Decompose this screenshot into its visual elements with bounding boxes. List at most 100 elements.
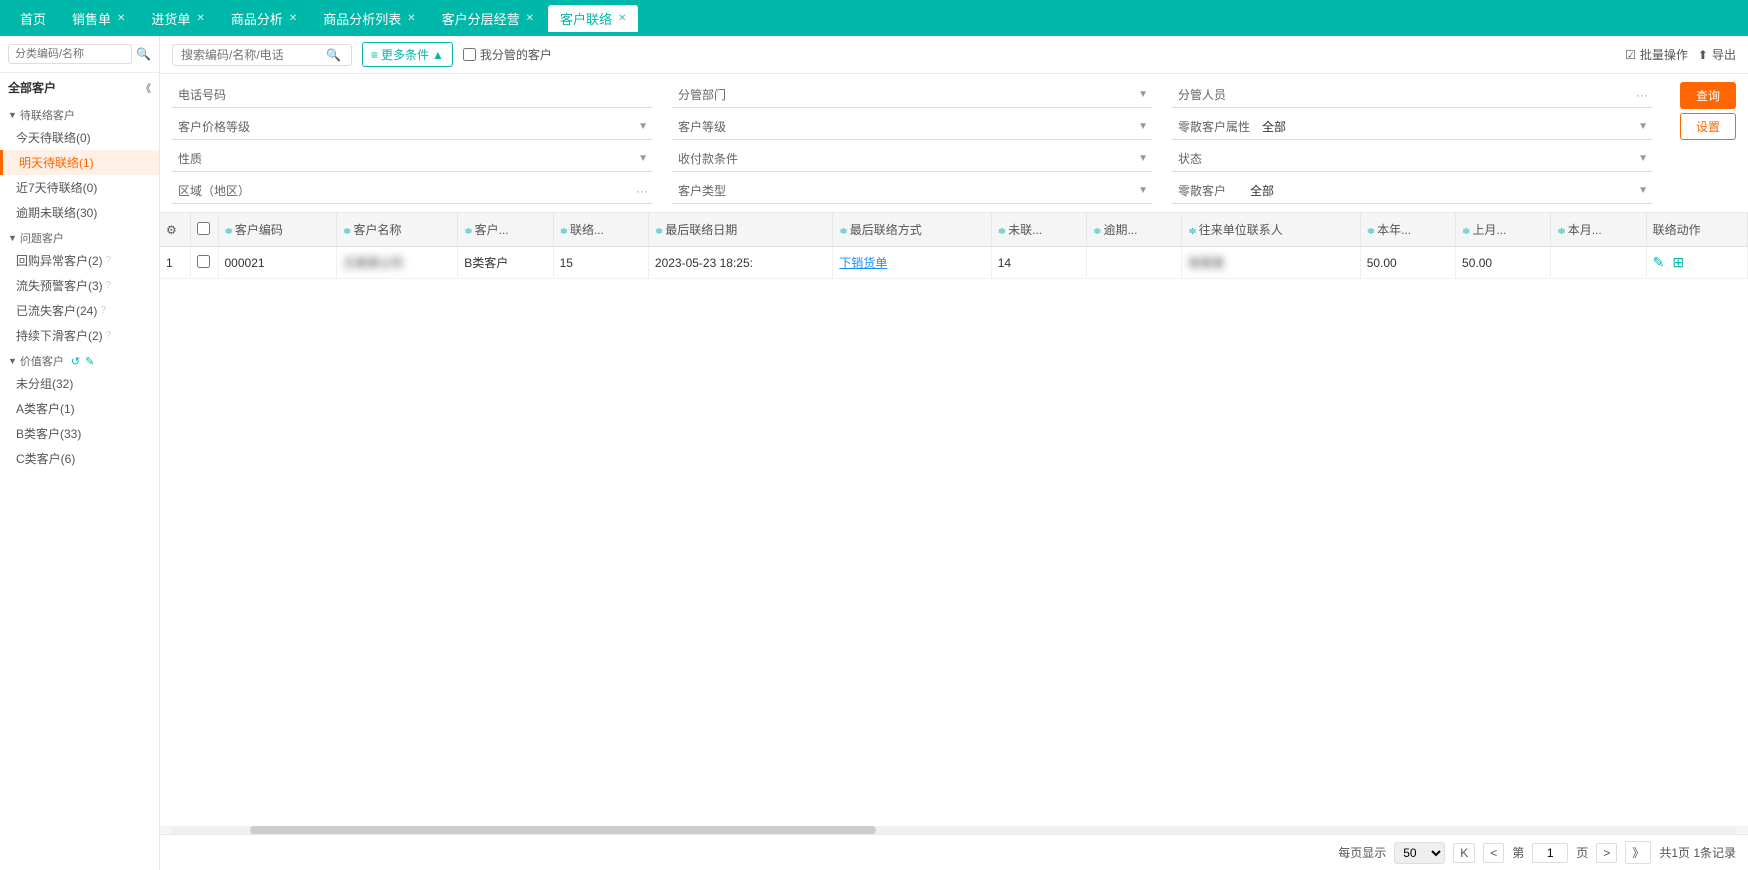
sidebar-item-today-pending[interactable]: 今天待联络(0) <box>0 125 159 150</box>
cell-last-contact-method: 下销货单 <box>833 247 991 279</box>
cell-contact-person: 张某某 <box>1182 247 1360 279</box>
dept-dropdown-icon[interactable]: ▼ <box>1138 89 1148 100</box>
page-size-select[interactable]: 50 100 200 <box>1394 842 1445 864</box>
batch-op-button[interactable]: ☑ 批量操作 <box>1625 46 1688 63</box>
my-customers-checkbox-label[interactable]: 我分管的客户 <box>463 46 552 63</box>
customer-type-dropdown-icon[interactable]: ▼ <box>1138 185 1148 196</box>
nav-sales[interactable]: 销售单 ✕ <box>60 5 137 32</box>
nav-home[interactable]: 首页 <box>8 5 58 32</box>
col-last-contact-method[interactable]: ≑最后联络方式 <box>833 213 991 247</box>
retail-customer-field: 零散客户 全部 ▼ <box>1172 178 1652 204</box>
sidebar-item-tomorrow-pending[interactable]: 明天待联络(1) <box>0 150 159 175</box>
close-customer-layer-icon[interactable]: ✕ <box>526 13 534 24</box>
customer-level-dropdown-icon[interactable]: ▼ <box>1138 121 1148 132</box>
col-customer-code[interactable]: ≑客户编码 <box>218 213 337 247</box>
cell-last-month: 50.00 <box>1456 247 1551 279</box>
next-page-button[interactable]: > <box>1596 843 1617 863</box>
sidebar-search-input[interactable] <box>8 44 132 64</box>
refresh-icon[interactable]: ↺ <box>71 355 80 368</box>
help-icon-3[interactable]: ? <box>106 330 112 341</box>
search-input[interactable] <box>181 48 321 62</box>
search-icon[interactable]: 🔍 <box>326 48 341 62</box>
col-current-month[interactable]: ≑本月... <box>1551 213 1646 247</box>
col-last-month[interactable]: ≑上月... <box>1456 213 1551 247</box>
more-conditions-button[interactable]: ≡ 更多条件 ▲ <box>362 42 453 67</box>
close-customer-contact-icon[interactable]: ✕ <box>618 13 626 24</box>
customer-level-field: 客户等级 ▼ <box>672 114 1152 140</box>
manager-field: 分管人员 ··· <box>1172 82 1652 108</box>
help-icon-0[interactable]: ? <box>106 255 112 266</box>
status-dropdown-icon[interactable]: ▼ <box>1638 153 1648 164</box>
all-customers-header[interactable]: 全部客户 《 <box>0 73 159 102</box>
col-settings[interactable]: ⚙ <box>160 213 190 247</box>
edit-icon[interactable]: ✎ <box>85 355 94 368</box>
first-page-button[interactable]: K <box>1453 843 1475 863</box>
col-contact-person[interactable]: ≑往来单位联系人 <box>1182 213 1360 247</box>
page-label: 第 <box>1512 844 1524 861</box>
retail-attr-dropdown-icon[interactable]: ▼ <box>1638 121 1648 132</box>
col-contact-count[interactable]: ≑联络... <box>553 213 648 247</box>
last-contact-link[interactable]: 下销货单 <box>839 256 887 270</box>
nav-analysis-list[interactable]: 商品分析列表 ✕ <box>311 5 427 32</box>
sidebar-item-repurchase-anomaly[interactable]: 回购异常客户(2) ? <box>0 248 159 273</box>
col-overdue[interactable]: ≑逾期... <box>1087 213 1182 247</box>
price-level-dropdown-icon[interactable]: ▼ <box>638 121 648 132</box>
cell-overdue <box>1087 247 1182 279</box>
col-customer-name[interactable]: ≑客户名称 <box>337 213 458 247</box>
prev-page-button[interactable]: < <box>1483 843 1504 863</box>
close-analysis-list-icon[interactable]: ✕ <box>407 13 415 24</box>
close-purchase-icon[interactable]: ✕ <box>196 13 204 24</box>
col-uncontacted[interactable]: ≑未联... <box>991 213 1086 247</box>
filter-right-actions: ☑ 批量操作 ⬆ 导出 <box>1625 46 1736 63</box>
nav-analysis[interactable]: 商品分析 ✕ <box>219 5 309 32</box>
nature-dropdown-icon[interactable]: ▼ <box>638 153 648 164</box>
sidebar-item-class-c[interactable]: C类客户(6) <box>0 446 159 471</box>
col-customer-type[interactable]: ≑客户... <box>458 213 553 247</box>
sidebar-search-icon[interactable]: 🔍 <box>136 47 151 61</box>
sidebar-item-declining[interactable]: 持续下滑客户(2) ? <box>0 323 159 348</box>
manager-ellipsis[interactable]: ··· <box>1636 88 1648 102</box>
total-records: 共1页 1条记录 <box>1659 844 1736 861</box>
row-checkbox[interactable] <box>197 255 210 268</box>
sidebar-item-ungrouped[interactable]: 未分组(32) <box>0 371 159 396</box>
settings-button[interactable]: 设置 <box>1680 113 1736 140</box>
close-analysis-icon[interactable]: ✕ <box>289 13 297 24</box>
horizontal-scrollbar[interactable] <box>172 826 1736 834</box>
search-box: 🔍 <box>172 44 352 66</box>
sidebar-item-churn-warning[interactable]: 流失预警客户(3) ? <box>0 273 159 298</box>
payment-dropdown-icon[interactable]: ▼ <box>1138 153 1148 164</box>
filter-row-1: 电话号码 分管部门 ▼ 分管人员 ··· <box>172 82 1672 108</box>
collapse-icon: 《 <box>141 80 151 95</box>
payment-field: 收付款条件 ▼ <box>672 146 1152 172</box>
help-icon-2[interactable]: ? <box>100 305 106 316</box>
page-number-input[interactable] <box>1532 843 1568 863</box>
region-ellipsis[interactable]: ··· <box>636 184 648 198</box>
last-page-button[interactable]: 》 <box>1625 841 1651 864</box>
help-icon-1[interactable]: ? <box>106 280 112 291</box>
nav-customer-contact[interactable]: 客户联络 ✕ <box>548 5 638 32</box>
scrollbar-thumb[interactable] <box>250 826 876 834</box>
retail-customer-dropdown-icon[interactable]: ▼ <box>1638 185 1648 196</box>
col-last-contact-date[interactable]: ≑最后联络日期 <box>648 213 832 247</box>
sidebar-item-7day-pending[interactable]: 近7天待联络(0) <box>0 175 159 200</box>
col-current-year[interactable]: ≑本年... <box>1360 213 1455 247</box>
close-sales-icon[interactable]: ✕ <box>117 13 125 24</box>
edit-action-icon[interactable]: ✎ <box>1653 254 1665 271</box>
sidebar-item-churned[interactable]: 已流失客户(24) ? <box>0 298 159 323</box>
select-all-checkbox[interactable] <box>197 222 210 235</box>
my-customers-checkbox[interactable] <box>463 48 476 61</box>
sidebar-item-class-a[interactable]: A类客户(1) <box>0 396 159 421</box>
nav-customer-layer[interactable]: 客户分层经营 ✕ <box>430 5 546 32</box>
filter-row-2: 客户价格等级 ▼ 客户等级 ▼ 零散客户属性 全部 ▼ <box>172 114 1672 140</box>
nature-field: 性质 ▼ <box>172 146 652 172</box>
cell-contact-count: 15 <box>553 247 648 279</box>
sidebar-item-overdue-pending[interactable]: 逾期未联络(30) <box>0 200 159 225</box>
more-action-icon[interactable]: ⊞ <box>1672 254 1684 271</box>
triangle-icon3: ▼ <box>8 356 17 366</box>
query-button[interactable]: 查询 <box>1680 82 1736 109</box>
problem-group-label: ▼ 问题客户 <box>0 225 159 248</box>
filter-row-4: 区域（地区） ··· 客户类型 ▼ 零散客户 全部 ▼ <box>172 178 1672 204</box>
sidebar-item-class-b[interactable]: B类客户(33) <box>0 421 159 446</box>
nav-purchase[interactable]: 进货单 ✕ <box>139 5 216 32</box>
export-button[interactable]: ⬆ 导出 <box>1698 46 1736 63</box>
